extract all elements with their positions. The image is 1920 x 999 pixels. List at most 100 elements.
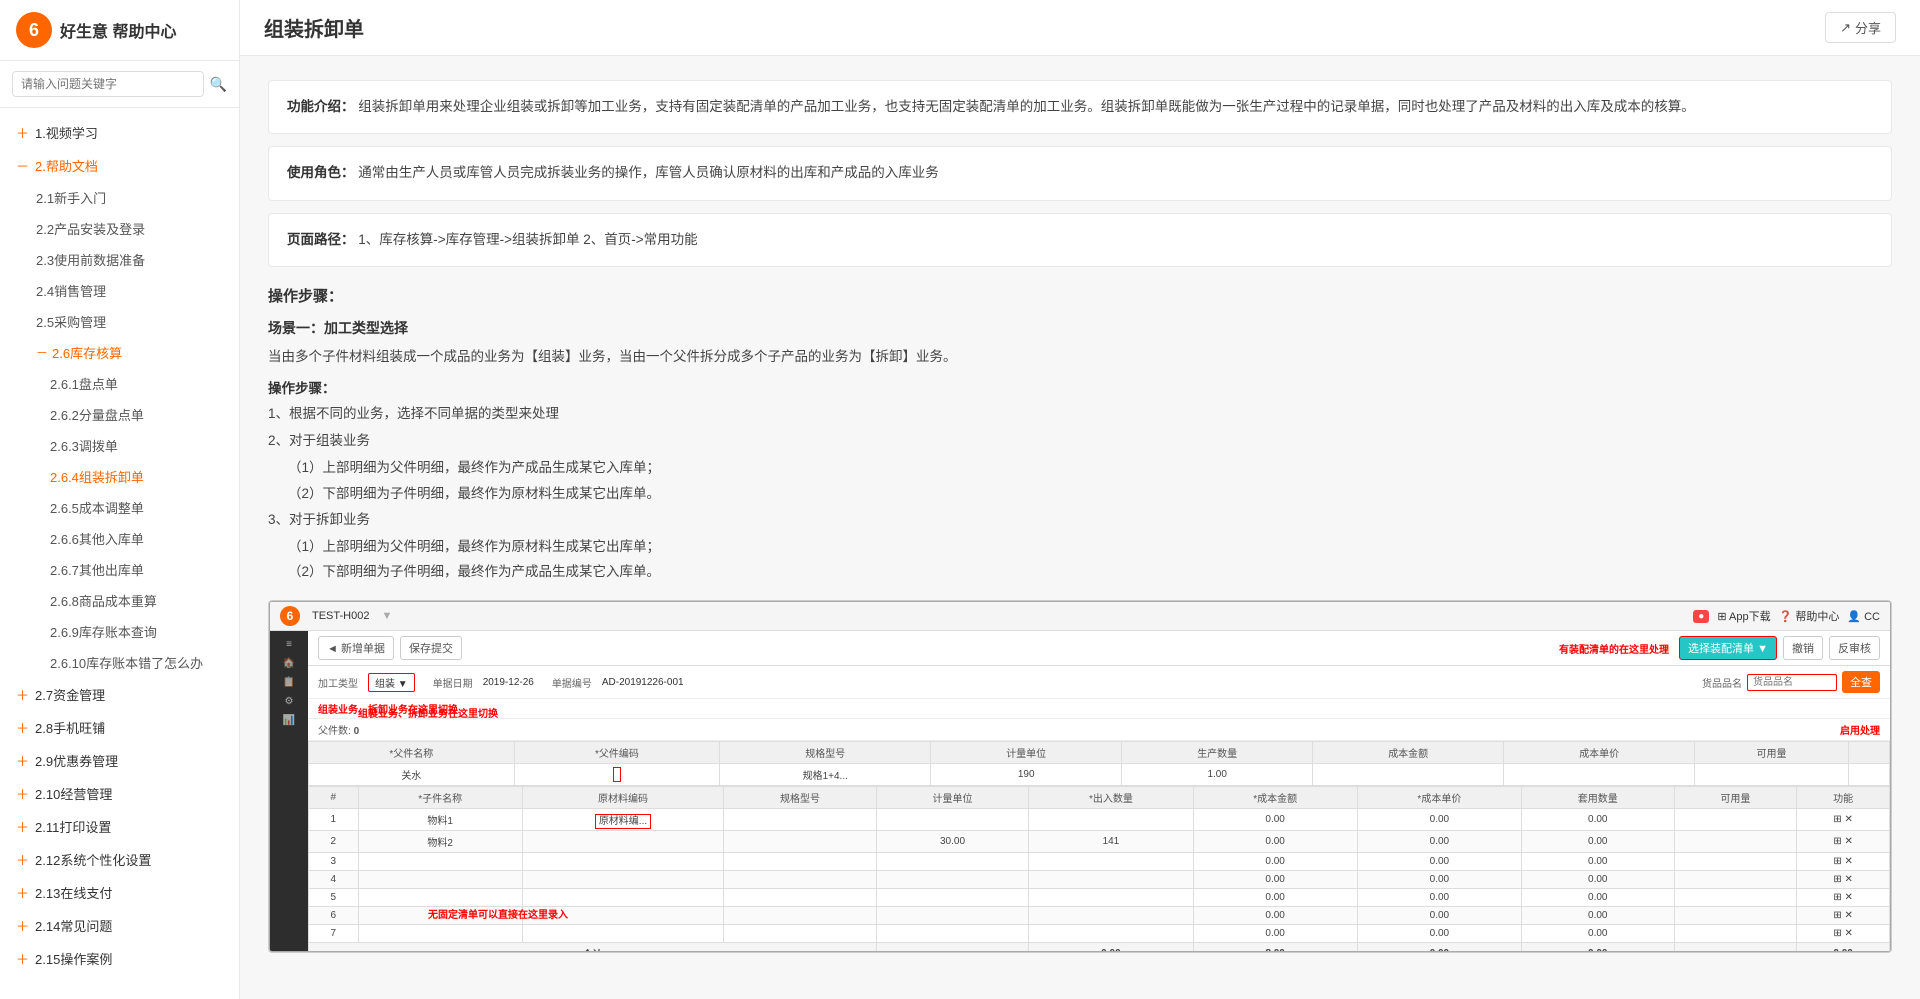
sidebar-item-docs-26[interactable]: － 2.6库存核算: [0, 337, 239, 368]
form-type-select[interactable]: 组装 ▼: [368, 673, 415, 692]
annotation-text-1: 有装配清单的在这里处理: [1559, 641, 1669, 656]
sidebar-item-docs-261[interactable]: 2.6.1盘点单: [0, 368, 239, 399]
sidebar-item-docs-28[interactable]: ＋ 2.8手机旺铺: [0, 711, 239, 744]
lower-th-9: 功能: [1797, 787, 1890, 809]
form-find-btn[interactable]: 全查: [1842, 671, 1880, 693]
mock-form-row: 加工类型 组装 ▼ 单据日期 2019-12-26 单据编号 AD-201912…: [308, 666, 1890, 699]
upper-td-price: [1504, 764, 1695, 786]
mock-btn-cancel[interactable]: 撤销: [1783, 636, 1823, 660]
sidebar-item-docs-210[interactable]: ＋ 2.10经营管理: [0, 777, 239, 810]
sidebar-item-docs-29[interactable]: ＋ 2.9优惠券管理: [0, 744, 239, 777]
logo-text: 好生意 帮助中心: [60, 18, 176, 42]
sidebar-item-docs-264[interactable]: 2.6.4组装拆卸单: [0, 461, 239, 492]
sidebar-item-docs-27[interactable]: ＋ 2.7资金管理: [0, 678, 239, 711]
upper-th-0: *父件名称: [309, 742, 515, 764]
mock-btn-new[interactable]: ◄ 新增单据: [318, 636, 394, 660]
sidebar-item-docs-22[interactable]: 2.2产品安装及登录: [0, 213, 239, 244]
lower-table-row: 30.000.000.00⊞ ✕: [309, 853, 1890, 871]
lower-td-action: ⊞ ✕: [1797, 831, 1890, 853]
sidebar-item-docs-211[interactable]: ＋ 2.11打印设置: [0, 810, 239, 843]
sidebar-item-docs-267[interactable]: 2.6.7其他出库单: [0, 554, 239, 585]
plus-icon: ＋: [16, 949, 29, 968]
nav-list: ＋ 1.视频学习 － 2.帮助文档 2.1新手入门 2.2产品安装及登录 2.3…: [0, 108, 239, 999]
upper-th-8: [1848, 742, 1889, 764]
sidebar-item-docs-24[interactable]: 2.4销售管理: [0, 275, 239, 306]
footer-total-1: 0.00: [1029, 943, 1193, 952]
upper-th-3: 计量单位: [931, 742, 1122, 764]
sidebar-item-docs-269[interactable]: 2.6.9库存账本查询: [0, 616, 239, 647]
sidebar-item-docs-266[interactable]: 2.6.6其他入库单: [0, 523, 239, 554]
lower-th-2: 规格型号: [724, 787, 877, 809]
upper-table-row: 关水 规格1+4... 190 1.00: [309, 764, 1890, 786]
sidebar-item-docs-25[interactable]: 2.5采购管理: [0, 306, 239, 337]
mock-btn-save[interactable]: 保存提交: [400, 636, 462, 660]
form-docno-label: 单据编号: [552, 675, 592, 690]
sidebar-sub-label: 2.4销售管理: [36, 281, 106, 300]
form-right: 货品品名 全查: [1702, 671, 1880, 693]
lower-th-6: *成本单价: [1357, 787, 1521, 809]
mock-upper-label-row: 父件数: 0 启用处理: [308, 719, 1890, 741]
sidebar-sub-label: 2.5采购管理: [36, 312, 106, 331]
annotation-enabled: 启用处理: [1840, 722, 1880, 737]
lower-td-name: 物料2: [358, 831, 522, 853]
search-input[interactable]: [12, 71, 204, 97]
topbar-apps-icon: ⊞ App下载: [1717, 608, 1770, 624]
topbar-dropdown-icon: ▼: [381, 610, 392, 622]
lower-td-no: 1: [309, 809, 359, 831]
sidebar-item-label: 2.13在线支付: [35, 883, 112, 902]
sidebar-item-docs-21[interactable]: 2.1新手入门: [0, 182, 239, 213]
sidebar-item-docs-215[interactable]: ＋ 2.15操作案例: [0, 942, 239, 975]
share-icon: ↗: [1840, 20, 1851, 36]
lower-table-row: 1 物料1 原材料编... 0.00 0.00 0.00: [309, 809, 1890, 831]
mock-window: 6 TEST-H002 ▼ ● ⊞ App下载 ❓ 帮助中心 👤 CC ≡: [269, 601, 1891, 952]
feature-intro-label: 功能介绍：: [287, 99, 355, 114]
sidebar-item-docs-262[interactable]: 2.6.2分量盘点单: [0, 399, 239, 430]
lower-td-spec: [724, 809, 877, 831]
mock-lower-table-container: # *子件名称 原材料编码 规格型号 计量单位 *出入数量 *成本金额 *成本单…: [308, 786, 1890, 951]
lower-th-4: *出入数量: [1029, 787, 1193, 809]
sidebar-item-docs-2610[interactable]: 2.6.10库存账本错了怎么办: [0, 647, 239, 678]
upper-th-2: 规格型号: [720, 742, 931, 764]
plus-icon: ＋: [16, 685, 29, 704]
form-find-input[interactable]: [1747, 674, 1837, 691]
minus-icon: －: [16, 156, 29, 175]
share-button[interactable]: ↗ 分享: [1825, 12, 1896, 43]
step-subitem: （1）上部明细为父件明细，最终作为产成品生成某它入库单；: [288, 457, 1892, 480]
sidebar-item-label: 2.12系统个性化设置: [35, 850, 151, 869]
upper-td-name: 关水: [309, 764, 515, 786]
mock-lower-table: # *子件名称 原材料编码 规格型号 计量单位 *出入数量 *成本金额 *成本单…: [308, 786, 1890, 951]
lower-table-row: 40.000.000.00⊞ ✕: [309, 871, 1890, 889]
upper-th-6: 成本单价: [1504, 742, 1695, 764]
mock-btn-delete[interactable]: 反审核: [1829, 636, 1880, 660]
sidebar-item-docs[interactable]: － 2.帮助文档: [0, 149, 239, 182]
sidebar-item-docs-213[interactable]: ＋ 2.13在线支付: [0, 876, 239, 909]
mock-btn-config[interactable]: 选择装配清单 ▼: [1679, 636, 1777, 660]
plus-icon: ＋: [16, 751, 29, 770]
upper-td-code-box: [613, 767, 621, 782]
sidebar-item-video[interactable]: ＋ 1.视频学习: [0, 116, 239, 149]
path-label: 页面路径：: [287, 232, 355, 247]
lower-td-price: 0.00: [1357, 831, 1521, 853]
sidebar-item-docs-263[interactable]: 2.6.3调拨单: [0, 430, 239, 461]
mock-sidebar-icon3: 📋: [283, 677, 295, 688]
search-icon[interactable]: 🔍: [210, 76, 227, 93]
sidebar-item-docs-265[interactable]: 2.6.5成本调整单: [0, 492, 239, 523]
sidebar-item-docs-214[interactable]: ＋ 2.14常见问题: [0, 909, 239, 942]
feature-intro-block: 功能介绍： 组装拆卸单用来处理企业组装或拆卸等加工业务，支持有固定装配清单的产品…: [268, 80, 1892, 134]
upper-td-unit: 190: [931, 764, 1122, 786]
sidebar-subsub-label: 2.6.2分量盘点单: [50, 405, 144, 424]
sidebar-subsub-label: 2.6.9库存账本查询: [50, 622, 157, 641]
sidebar-item-label: 2.帮助文档: [35, 156, 98, 175]
page-title: 组装拆卸单: [264, 13, 364, 42]
lower-th-1: 原材料编码: [522, 787, 723, 809]
path-text: 1、库存核算->库存管理->组装拆卸单 2、首页->常用功能: [358, 232, 697, 247]
sidebar-item-docs-23[interactable]: 2.3使用前数据准备: [0, 244, 239, 275]
sidebar-item-docs-268[interactable]: 2.6.8商品成本重算: [0, 585, 239, 616]
lower-td-code-box: 原材料编...: [595, 814, 651, 829]
scenario1-desc: 当由多个子件材料组装成一个成品的业务为【组装】业务，当由一个父件拆分成多个子产品…: [268, 346, 1892, 369]
sidebar-item-docs-212[interactable]: ＋ 2.12系统个性化设置: [0, 843, 239, 876]
lower-th-8: 可用量: [1674, 787, 1797, 809]
footer-total-6: 0.00: [1797, 943, 1890, 952]
feature-intro-text: 组装拆卸单用来处理企业组装或拆卸等加工业务，支持有固定装配清单的产品加工业务，也…: [358, 99, 1695, 114]
lower-td-qty: [1029, 809, 1193, 831]
